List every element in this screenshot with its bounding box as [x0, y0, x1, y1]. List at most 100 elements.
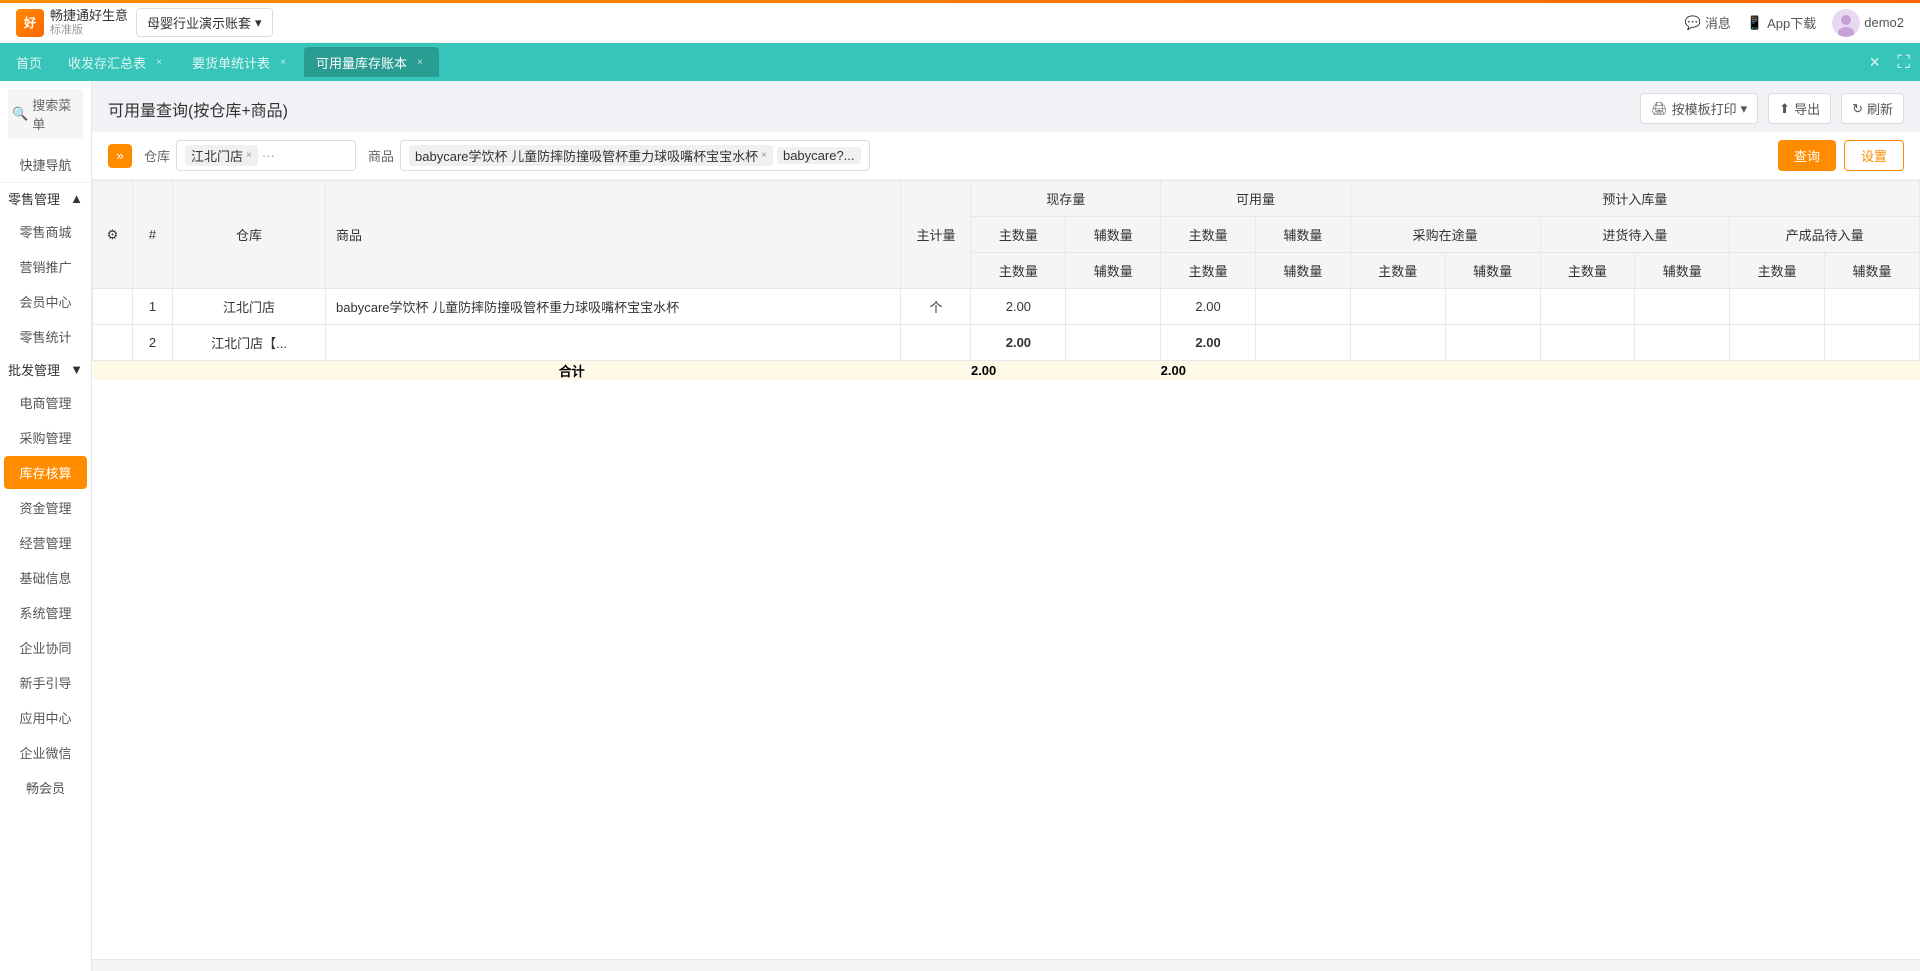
footer-avail-main: 2.00: [1161, 361, 1256, 381]
sidebar-item-ecommerce[interactable]: 电商管理: [4, 386, 87, 419]
footer-incoming-main: [1540, 361, 1635, 381]
page-title: 可用量查询(按仓库+商品): [108, 97, 288, 121]
row1-incoming-aux: [1635, 289, 1730, 325]
row1-product: babycare学饮杯 儿童防摔防撞吸管杯重力球吸嘴杯宝宝水杯: [326, 289, 901, 325]
tab-home[interactable]: 首页: [4, 47, 54, 77]
sidebar-item-marketing[interactable]: 营销推广: [4, 250, 87, 283]
warehouse-more-dots[interactable]: ···: [262, 148, 275, 163]
tab-receive-summary-label: 收发存汇总表: [68, 53, 146, 72]
tab-order-stats-close[interactable]: ×: [276, 55, 290, 69]
production-pending-header: 产成品待入量: [1730, 217, 1920, 253]
sidebar-wholesale-label: 批发管理: [8, 360, 60, 379]
footer-empty1: [93, 361, 133, 381]
current-stock-header: 现存量: [971, 181, 1161, 217]
product-tag-2-text: babycare?...: [783, 148, 855, 163]
refresh-button[interactable]: ↻ 刷新: [1841, 93, 1904, 124]
row2-avail-aux: [1256, 325, 1351, 361]
print-label: 按模板打印: [1672, 99, 1737, 118]
sidebar-item-quick-nav[interactable]: 快捷导航: [0, 147, 91, 183]
sidebar-item-enterprise-collab[interactable]: 企业协同: [4, 631, 87, 664]
stock-main-qty-header: 主数量: [971, 217, 1066, 253]
operation-label: 经营管理: [19, 536, 71, 551]
sidebar-item-enterprise-wechat[interactable]: 企业微信: [4, 736, 87, 769]
footer-stock-aux: [1066, 361, 1161, 381]
query-button[interactable]: 查询: [1778, 140, 1836, 171]
footer-label: 合计: [559, 364, 585, 379]
incoming-main-header: 主数量: [1540, 253, 1635, 289]
footer-label-cell: 合计: [173, 361, 971, 381]
product-filter-input[interactable]: babycare学饮杯 儿童防摔防撞吸管杯重力球吸嘴杯宝宝水杯 × babyca…: [400, 140, 869, 171]
tab-available-inventory-close[interactable]: ×: [413, 55, 427, 69]
app-download-icon: 📱: [1747, 15, 1763, 31]
expected-in-header: 预计入库量: [1350, 181, 1919, 217]
app-download-action[interactable]: 📱 App下载: [1747, 13, 1816, 32]
system-label: 系统管理: [19, 606, 71, 621]
tab-receive-summary-close[interactable]: ×: [152, 55, 166, 69]
sidebar-item-chang-member[interactable]: 畅会员: [4, 771, 87, 804]
row2-unit: [901, 325, 971, 361]
available-header: 可用量: [1161, 181, 1351, 217]
logo-icon: 好: [16, 9, 44, 37]
sidebar-item-new-guide[interactable]: 新手引导: [4, 666, 87, 699]
row2-stock-main: 2.00: [971, 325, 1066, 361]
sidebar-item-operation[interactable]: 经营管理: [4, 526, 87, 559]
footer-pur-transit-aux: [1445, 361, 1540, 381]
row2-prod-aux: [1825, 325, 1920, 361]
sidebar-section-retail[interactable]: 零售管理 ▲: [0, 183, 91, 214]
sidebar-item-inventory[interactable]: 库存核算: [4, 456, 87, 489]
warehouse-tag: 江北门店 ×: [185, 145, 258, 166]
row1-warehouse: 江北门店: [173, 289, 326, 325]
tab-receive-summary[interactable]: 收发存汇总表 ×: [56, 47, 178, 77]
user-menu[interactable]: demo2: [1832, 9, 1904, 37]
app-center-label: 应用中心: [19, 711, 71, 726]
row1-prod-main: [1730, 289, 1825, 325]
index-header: #: [133, 181, 173, 289]
table-container[interactable]: ⚙ # 仓库 商品 主计量: [92, 180, 1920, 959]
export-icon: ⬆: [1779, 101, 1790, 117]
product-header: 商品: [326, 181, 901, 289]
message-label: 消息: [1705, 13, 1731, 32]
sidebar-item-system[interactable]: 系统管理: [4, 596, 87, 629]
product-filter-group: 商品 babycare学饮杯 儿童防摔防撞吸管杯重力球吸嘴杯宝宝水杯 × bab…: [368, 140, 870, 171]
filter-settings-button[interactable]: 设置: [1844, 140, 1904, 171]
message-action[interactable]: 💬 消息: [1685, 13, 1731, 32]
product-tag-1-remove[interactable]: ×: [761, 150, 767, 161]
tenant-selector[interactable]: 母婴行业演示账套 ▾: [136, 8, 273, 37]
sidebar-search-area: 🔍 搜索菜单: [0, 81, 91, 147]
finance-label: 资金管理: [19, 501, 71, 516]
quick-nav-label: 快捷导航: [19, 155, 71, 174]
sidebar-item-member[interactable]: 会员中心: [4, 285, 87, 318]
sidebar-item-app-center[interactable]: 应用中心: [4, 701, 87, 734]
footer-empty2: [133, 361, 173, 381]
warehouse-filter-input[interactable]: 江北门店 × ···: [176, 140, 356, 171]
bottom-scrollbar[interactable]: [92, 959, 1920, 971]
sidebar-item-basic-info[interactable]: 基础信息: [4, 561, 87, 594]
table-row: 1 江北门店 babycare学饮杯 儿童防摔防撞吸管杯重力球吸嘴杯宝宝水杯 个…: [93, 289, 1920, 325]
avail-aux-qty-header: 辅数量: [1256, 217, 1351, 253]
prod-aux-header: 辅数量: [1825, 253, 1920, 289]
sidebar-item-retail-stats[interactable]: 零售统计: [4, 320, 87, 353]
product-tag-2: babycare?...: [777, 147, 861, 164]
filter-expand-button[interactable]: »: [108, 144, 132, 168]
fullscreen-button[interactable]: ⛶: [1897, 52, 1910, 73]
sidebar-item-finance[interactable]: 资金管理: [4, 491, 87, 524]
gear-icon: ⚙: [107, 227, 119, 242]
print-button[interactable]: 🖨 按模板打印 ▾: [1640, 93, 1758, 124]
warehouse-tag-remove[interactable]: ×: [246, 150, 252, 161]
export-button[interactable]: ⬆ 导出: [1768, 93, 1831, 124]
sidebar-section-wholesale[interactable]: 批发管理 ▼: [0, 354, 91, 385]
print-icon: 🖨: [1651, 101, 1668, 117]
sidebar-item-purchase[interactable]: 采购管理: [4, 421, 87, 454]
refresh-icon: ↻: [1852, 101, 1863, 117]
tab-order-stats[interactable]: 要货单统计表 ×: [180, 47, 302, 77]
stock-aux-sub-header: 辅数量: [1066, 253, 1161, 289]
close-all-tabs-button[interactable]: ×: [1869, 53, 1880, 71]
sidebar-search-button[interactable]: 🔍 搜索菜单: [8, 89, 83, 139]
table-settings-header[interactable]: ⚙: [93, 181, 133, 289]
top-bar-right: 💬 消息 📱 App下载 demo2: [1685, 9, 1904, 37]
sidebar-item-retail-mall[interactable]: 零售商城: [4, 215, 87, 248]
nav-tabs: 首页 收发存汇总表 × 要货单统计表 × 可用量库存账本 × × ⛶: [0, 43, 1920, 81]
tab-available-inventory[interactable]: 可用量库存账本 ×: [304, 47, 439, 77]
logo-text: 畅捷通好生意 标准版: [50, 8, 128, 37]
row1-settings: [93, 289, 133, 325]
